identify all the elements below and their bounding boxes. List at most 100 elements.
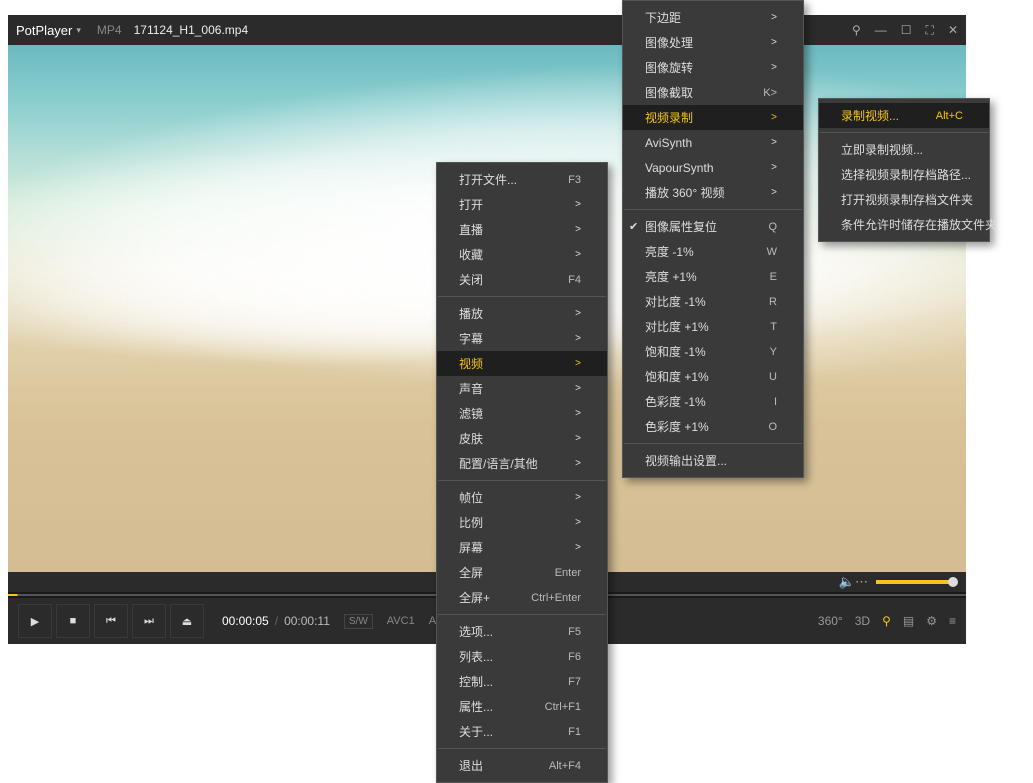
menu-item-label: VapourSynth (645, 161, 714, 175)
next-button[interactable]: ⏭ (132, 604, 166, 638)
menu-item[interactable]: 视频> (437, 351, 607, 376)
menu-item-label: 饱和度 -1% (645, 343, 706, 360)
menu-item[interactable]: 直播> (437, 217, 607, 242)
menu-separator (624, 443, 802, 444)
menu-item[interactable]: 播放 360° 视频> (623, 180, 803, 205)
menu-item-label: 图像截取 (645, 84, 693, 101)
maximize-icon[interactable]: ☐ (901, 23, 912, 37)
menu-item[interactable]: 属性...Ctrl+F1 (437, 694, 607, 719)
submenu-arrow-icon: > (555, 517, 581, 528)
vr360-button[interactable]: 360° (818, 614, 843, 628)
menu-item[interactable]: 视频录制> (623, 105, 803, 130)
video-codec[interactable]: AVC1 (387, 615, 415, 627)
menu-item-label: 图像旋转 (645, 59, 693, 76)
menu-item[interactable]: 图像旋转> (623, 55, 803, 80)
menu-item[interactable]: 声音> (437, 376, 607, 401)
menu-item[interactable]: 亮度 -1%W (623, 239, 803, 264)
menu-item-label: 皮肤 (459, 430, 483, 447)
play-button[interactable]: ▶ (18, 604, 52, 638)
menu-item[interactable]: 帧位 > (437, 485, 607, 510)
prev-button[interactable]: ⏮ (94, 604, 128, 638)
menu-item[interactable]: 打开文件...F3 (437, 167, 607, 192)
menu-item-label: 视频录制 (645, 109, 693, 126)
menu-item[interactable]: 打开> (437, 192, 607, 217)
volume-slider[interactable] (876, 580, 954, 584)
menu-item[interactable]: 对比度 -1%R (623, 289, 803, 314)
app-menu-chevron-icon[interactable]: ▾ (76, 25, 81, 36)
menu-item[interactable]: 立即录制视频... (819, 137, 989, 162)
fullscreen-icon[interactable]: ⛶ (926, 23, 934, 38)
playlist-icon[interactable]: ▤ (903, 614, 914, 628)
app-name[interactable]: PotPlayer (16, 23, 72, 38)
eject-button[interactable]: ⏏ (170, 604, 204, 638)
close-icon[interactable]: ✕ (948, 23, 958, 37)
menu-item[interactable]: 滤镜> (437, 401, 607, 426)
search-icon[interactable]: ⚲ (882, 614, 891, 628)
menu-item[interactable]: 字幕> (437, 326, 607, 351)
menu-item[interactable]: 色彩度 -1%I (623, 389, 803, 414)
menu-item[interactable]: 屏幕> (437, 535, 607, 560)
menu-item[interactable]: 皮肤> (437, 426, 607, 451)
menu-separator (624, 209, 802, 210)
context-menu-video[interactable]: 下边距>图像处理>图像旋转>图像截取K>视频录制>AviSynth>Vapour… (622, 0, 804, 478)
decoder-badge[interactable]: S/W (344, 614, 373, 629)
menu-item[interactable]: VapourSynth> (623, 155, 803, 180)
menu-item[interactable]: 图像处理> (623, 30, 803, 55)
settings-gear-icon[interactable]: ⚙ (926, 614, 937, 628)
menu-item[interactable]: 配置/语言/其他> (437, 451, 607, 476)
menu-item-shortcut: Enter (535, 567, 581, 579)
menu-item-label: 色彩度 +1% (645, 418, 709, 435)
menu-item[interactable]: 选项...F5 (437, 619, 607, 644)
menu-item[interactable]: 亮度 +1%E (623, 264, 803, 289)
menu-item[interactable]: 饱和度 -1%Y (623, 339, 803, 364)
menu-item-label: 播放 (459, 305, 483, 322)
menu-item[interactable]: 播放> (437, 301, 607, 326)
menu-item-shortcut: Alt+C (916, 110, 963, 122)
menu-item[interactable]: 饱和度 +1%U (623, 364, 803, 389)
volume-knob[interactable] (948, 577, 958, 587)
menu-item[interactable]: 全屏+Ctrl+Enter (437, 585, 607, 610)
context-menu-main[interactable]: 打开文件...F3打开>直播>收藏>关闭F4播放>字幕>视频>声音>滤镜>皮肤>… (436, 162, 608, 783)
menu-item-shortcut: F3 (548, 174, 581, 186)
3d-button[interactable]: 3D (855, 614, 870, 628)
volume-icon[interactable]: 🔈⋯ (839, 574, 868, 590)
right-controls: 360° 3D ⚲ ▤ ⚙ ≡ (818, 614, 956, 628)
submenu-arrow-icon: > (555, 383, 581, 394)
menu-item[interactable]: 全屏Enter (437, 560, 607, 585)
menu-item[interactable]: 比例> (437, 510, 607, 535)
menu-item[interactable]: 退出Alt+F4 (437, 753, 607, 778)
menu-item[interactable]: 控制...F7 (437, 669, 607, 694)
menu-item-shortcut: I (754, 396, 777, 408)
menu-item-shortcut: F7 (548, 676, 581, 688)
menu-item-shortcut: O (748, 421, 777, 433)
menu-item-label: 下边距 (645, 9, 681, 26)
submenu-arrow-icon: > (555, 492, 581, 503)
menu-item-label: 饱和度 +1% (645, 368, 709, 385)
menu-item[interactable]: 关于...F1 (437, 719, 607, 744)
stop-button[interactable]: ■ (56, 604, 90, 638)
menu-item[interactable]: 打开视频录制存档文件夹 (819, 187, 989, 212)
pin-icon[interactable]: ⚲ (852, 23, 861, 37)
menu-item[interactable]: 对比度 +1%T (623, 314, 803, 339)
menu-item-shortcut: W (747, 246, 777, 258)
menu-item[interactable]: 条件允许时储存在播放文件夹 (819, 212, 989, 237)
time-sep: / (275, 614, 278, 628)
menu-item[interactable]: 录制视频...Alt+C (819, 103, 989, 128)
context-menu-record[interactable]: 录制视频...Alt+C 立即录制视频...选择视频录制存档路径... 打开视频录制… (818, 98, 990, 242)
submenu-arrow-icon: > (555, 458, 581, 469)
menu-item[interactable]: AviSynth> (623, 130, 803, 155)
menu-item[interactable]: 下边距> (623, 5, 803, 30)
menu-item[interactable]: 选择视频录制存档路径... (819, 162, 989, 187)
menu-item[interactable]: 关闭F4 (437, 267, 607, 292)
menu-item-label: 对比度 +1% (645, 318, 709, 335)
menu-item[interactable]: ✔图像属性复位Q (623, 214, 803, 239)
menu-item-label: 打开视频录制存档文件夹 (841, 191, 973, 208)
menu-item[interactable]: 图像截取K> (623, 80, 803, 105)
minimize-icon[interactable]: — (875, 23, 887, 37)
menu-item-label: 帧位 (459, 489, 483, 506)
menu-item[interactable]: 色彩度 +1% O (623, 414, 803, 439)
menu-icon[interactable]: ≡ (949, 614, 956, 628)
menu-item[interactable]: 列表...F6 (437, 644, 607, 669)
menu-item[interactable]: 收藏> (437, 242, 607, 267)
menu-item[interactable]: 视频输出设置... (623, 448, 803, 473)
